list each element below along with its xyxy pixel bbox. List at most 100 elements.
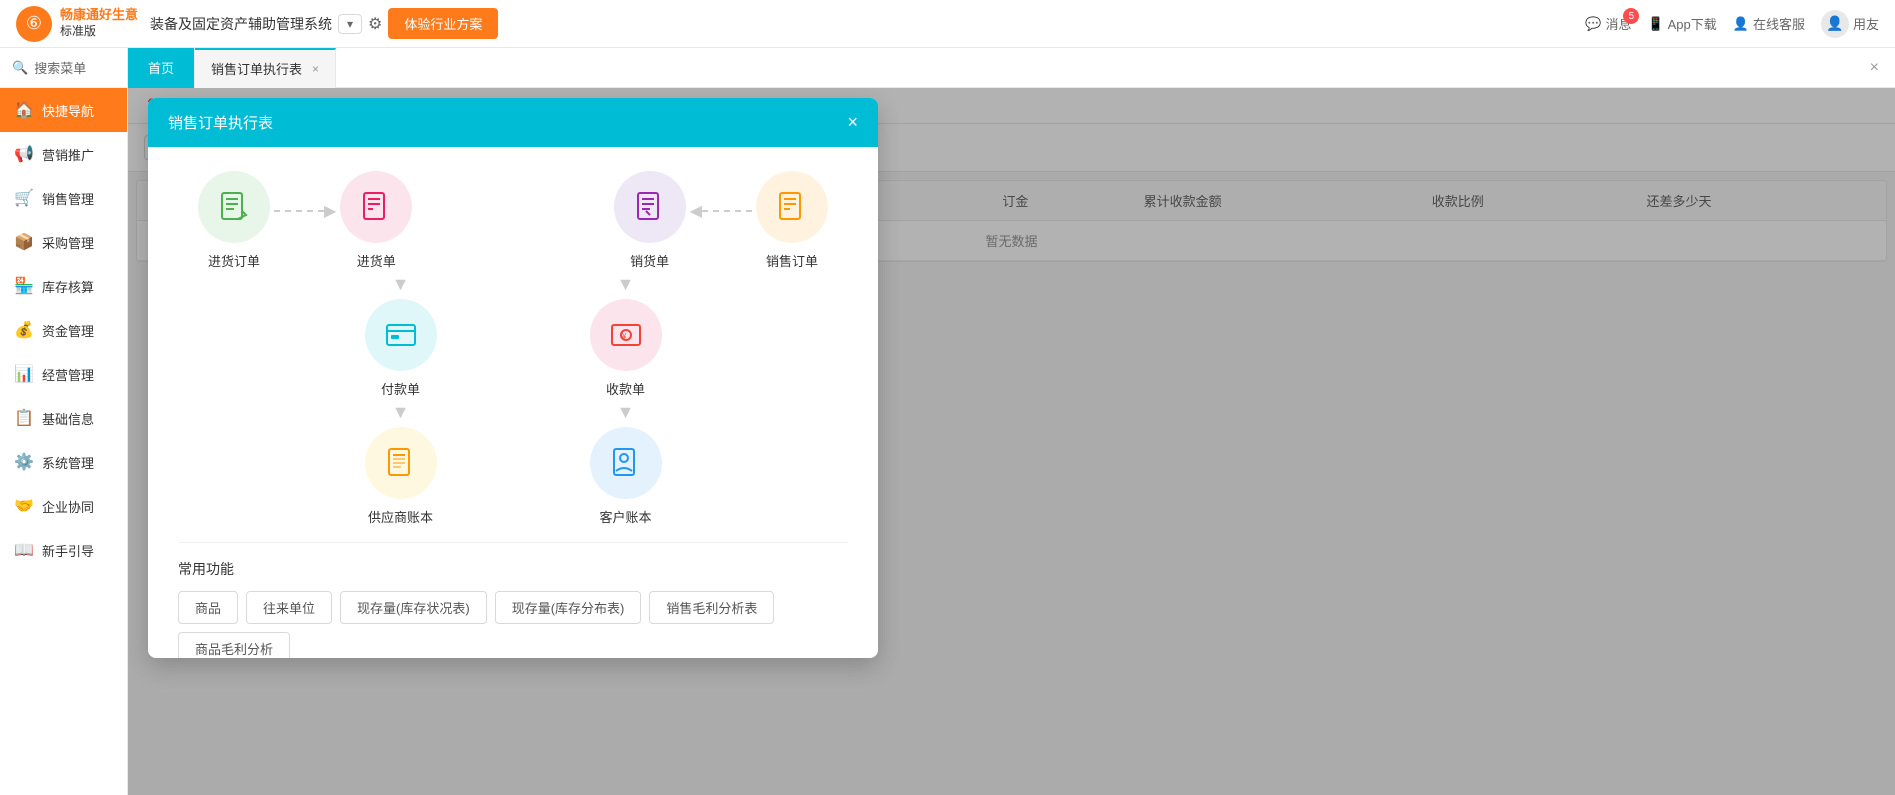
operation-icon: 📊	[14, 364, 34, 384]
sidebar: 🔍 搜索菜单 🏠 快捷导航 📢 营销推广 🛒 销售管理 📦 采购管理 🏪	[0, 48, 128, 795]
enterprise-icon: 🤝	[14, 496, 34, 516]
func-btn-stock-dist[interactable]: 现存量(库存分布表)	[495, 591, 642, 624]
logo-area: ⑥ 畅康通好生意 标准版	[16, 6, 138, 42]
modal-header: 销售订单执行表 ×	[148, 98, 878, 147]
app-download-item[interactable]: 📱 App下载	[1647, 14, 1716, 33]
online-service-label: 在线客服	[1753, 14, 1805, 33]
logo-text: 畅康通好生意 标准版	[60, 7, 138, 39]
purchase-bill-node[interactable]: 进货单	[340, 171, 412, 270]
app-title-dropdown[interactable]: ▾	[338, 14, 362, 34]
app-title-bar: 装备及固定资产辅助管理系统 ▾ ⚙ 体验行业方案	[150, 8, 1573, 39]
supplier-ledger-node[interactable]: 供应商账本	[365, 427, 437, 526]
search-menu-label: 搜索菜单	[34, 58, 86, 77]
sidebar-label-inventory: 库存核算	[42, 277, 94, 296]
customer-ledger-label: 客户账本	[599, 507, 651, 526]
modal-body: 进货订单 ▶	[148, 147, 878, 658]
logo-icon: ⑥	[16, 6, 52, 42]
inventory-icon: 🏪	[14, 276, 34, 296]
tab-close-icon[interactable]: ×	[312, 62, 319, 76]
modal-close-button[interactable]: ×	[847, 112, 858, 133]
settings-button[interactable]: ⚙	[368, 14, 382, 34]
app-title: 装备及固定资产辅助管理系统	[150, 14, 332, 34]
trial-button[interactable]: 体验行业方案	[388, 8, 498, 39]
receipt-label: 收款单	[606, 379, 645, 398]
purchase-order-label: 进货订单	[208, 251, 260, 270]
sidebar-item-sales[interactable]: 🛒 销售管理	[0, 176, 127, 220]
tab-home-label: 首页	[148, 58, 174, 77]
sidebar-label-marketing: 营销推广	[42, 145, 94, 164]
sidebar-item-basic[interactable]: 📋 基础信息	[0, 396, 127, 440]
purchase-order-node[interactable]: 进货订单	[198, 171, 270, 270]
sales-order-node[interactable]: 销售订单	[756, 171, 828, 270]
marketing-icon: 📢	[14, 144, 34, 164]
content-area: 首页 销售订单执行表 × × ❓ 帮助 🖨 按	[128, 48, 1895, 795]
close-all-button[interactable]: ×	[1854, 59, 1895, 77]
search-menu[interactable]: 🔍 搜索菜单	[0, 48, 127, 88]
customer-ledger-node[interactable]: 客户账本	[590, 427, 662, 526]
sidebar-label-finance: 资金管理	[42, 321, 94, 340]
func-btn-stock-status[interactable]: 现存量(库存状况表)	[340, 591, 487, 624]
sidebar-item-operation[interactable]: 📊 经营管理	[0, 352, 127, 396]
payment-label: 付款单	[381, 379, 420, 398]
message-badge: 5	[1623, 8, 1639, 24]
message-icon: 💬	[1585, 16, 1601, 32]
sidebar-item-guide[interactable]: 📖 新手引导	[0, 528, 127, 572]
purchase-icon: 📦	[14, 232, 34, 252]
sales-bill-node[interactable]: 销货单	[614, 171, 686, 270]
tab-bar: 首页 销售订单执行表 × ×	[128, 48, 1895, 88]
tab-sales-order[interactable]: 销售订单执行表 ×	[195, 48, 336, 88]
tab-home[interactable]: 首页	[128, 48, 195, 88]
message-item[interactable]: 💬 消息 5	[1585, 14, 1631, 33]
sales-icon: 🛒	[14, 188, 34, 208]
user-item[interactable]: 👤 用友	[1821, 10, 1879, 38]
receipt-node[interactable]: ¥ 收款单	[590, 299, 662, 398]
tab-sales-order-label: 销售订单执行表	[211, 59, 302, 78]
brand-sub: 标准版	[60, 24, 138, 40]
sidebar-item-marketing[interactable]: 📢 营销推广	[0, 132, 127, 176]
avatar: 👤	[1821, 10, 1849, 38]
common-functions-title: 常用功能	[178, 559, 848, 579]
top-bar: ⑥ 畅康通好生意 标准版 装备及固定资产辅助管理系统 ▾ ⚙ 体验行业方案 💬 …	[0, 0, 1895, 48]
main-area: 🔍 搜索菜单 🏠 快捷导航 📢 营销推广 🛒 销售管理 📦 采购管理 🏪	[0, 48, 1895, 795]
sidebar-item-enterprise[interactable]: 🤝 企业协同	[0, 484, 127, 528]
top-right-area: 💬 消息 5 📱 App下载 👤 在线客服 👤 用友	[1585, 10, 1879, 38]
app-download-label: App下载	[1668, 14, 1717, 33]
sidebar-label-quick-nav: 快捷导航	[42, 101, 94, 120]
sidebar-label-guide: 新手引导	[42, 541, 94, 560]
modal-dialog: 销售订单执行表 ×	[148, 98, 878, 658]
payment-node[interactable]: 付款单	[365, 299, 437, 398]
svg-text:¥: ¥	[621, 332, 627, 341]
purchase-order-icon	[198, 171, 270, 243]
home-icon: 🏠	[14, 100, 34, 120]
content-body: ❓ 帮助 🖨 按模板打印 ▾ ⬆ 导出 🔄 刷新	[128, 88, 1895, 795]
user-name: 用友	[1853, 14, 1879, 33]
func-btn-partner[interactable]: 往来单位	[246, 591, 332, 624]
sidebar-item-quick-nav[interactable]: 🏠 快捷导航	[0, 88, 127, 132]
supplier-ledger-icon	[365, 427, 437, 499]
func-buttons: 商品 往来单位 现存量(库存状况表) 现存量(库存分布表) 销售毛利分析表 商品…	[178, 591, 848, 658]
sales-bill-icon	[614, 171, 686, 243]
sidebar-label-basic: 基础信息	[42, 409, 94, 428]
service-icon: 👤	[1733, 16, 1749, 32]
customer-ledger-icon	[590, 427, 662, 499]
sidebar-item-finance[interactable]: 💰 资金管理	[0, 308, 127, 352]
modal-title: 销售订单执行表	[168, 112, 273, 133]
sidebar-item-inventory[interactable]: 🏪 库存核算	[0, 264, 127, 308]
search-icon: 🔍	[12, 60, 28, 76]
sidebar-item-purchase[interactable]: 📦 采购管理	[0, 220, 127, 264]
modal-overlay: 销售订单执行表 ×	[128, 88, 1895, 795]
finance-icon: 💰	[14, 320, 34, 340]
func-btn-goods-profit[interactable]: 商品毛利分析	[178, 632, 290, 658]
app-container: ⑥ 畅康通好生意 标准版 装备及固定资产辅助管理系统 ▾ ⚙ 体验行业方案 💬 …	[0, 0, 1895, 795]
sales-order-icon	[756, 171, 828, 243]
func-btn-sales-profit[interactable]: 销售毛利分析表	[649, 591, 774, 624]
basic-icon: 📋	[14, 408, 34, 428]
sidebar-label-operation: 经营管理	[42, 365, 94, 384]
brand-name: 畅康通好生意	[60, 7, 138, 24]
func-btn-goods[interactable]: 商品	[178, 591, 238, 624]
sidebar-label-enterprise: 企业协同	[42, 497, 94, 516]
sidebar-item-system[interactable]: ⚙️ 系统管理	[0, 440, 127, 484]
sidebar-label-sales: 销售管理	[42, 189, 94, 208]
purchase-bill-icon	[340, 171, 412, 243]
online-service-item[interactable]: 👤 在线客服	[1733, 14, 1805, 33]
